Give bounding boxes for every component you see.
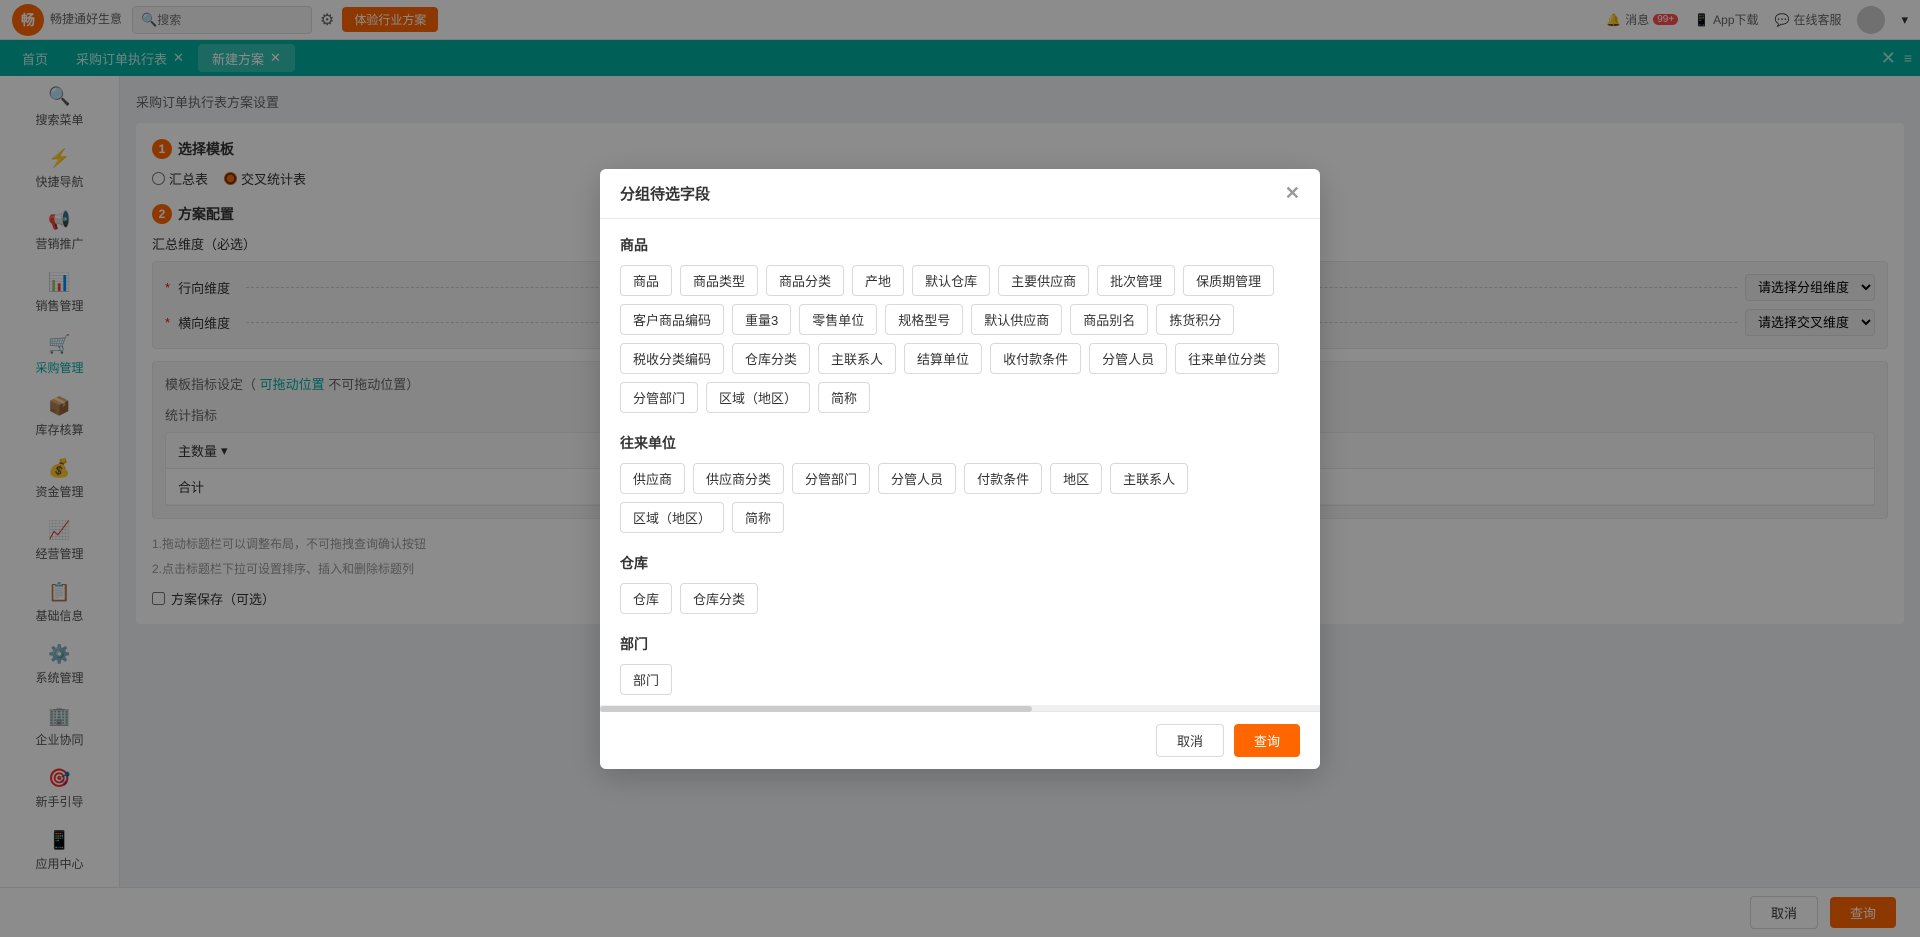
field-tag[interactable]: 简称 xyxy=(818,382,870,413)
field-tag[interactable]: 仓库分类 xyxy=(680,583,758,614)
field-tag[interactable]: 默认供应商 xyxy=(971,304,1062,335)
field-tag[interactable]: 区域（地区） xyxy=(706,382,810,413)
modal-confirm-button[interactable]: 查询 xyxy=(1234,724,1300,757)
field-tag[interactable]: 商品类型 xyxy=(680,265,758,296)
field-tag[interactable]: 商品别名 xyxy=(1070,304,1148,335)
field-tags-仓库: 仓库仓库分类 xyxy=(620,583,1300,614)
modal-overlay: 分组待选字段 ✕ 商品商品商品类型商品分类产地默认仓库主要供应商批次管理保质期管… xyxy=(0,0,1920,937)
modal-header: 分组待选字段 ✕ xyxy=(600,169,1320,219)
field-tag[interactable]: 商品 xyxy=(620,265,672,296)
field-tag[interactable]: 主要供应商 xyxy=(998,265,1089,296)
field-tag[interactable]: 分管人员 xyxy=(1089,343,1167,374)
field-tag[interactable]: 零售单位 xyxy=(799,304,877,335)
field-tag[interactable]: 商品分类 xyxy=(766,265,844,296)
field-group-title-部门: 部门 xyxy=(620,634,1300,654)
field-tag[interactable]: 客户商品编码 xyxy=(620,304,724,335)
field-tags-部门: 部门 xyxy=(620,664,1300,695)
modal-body: 商品商品商品类型商品分类产地默认仓库主要供应商批次管理保质期管理客户商品编码重量… xyxy=(600,219,1320,706)
field-tag[interactable]: 供应商 xyxy=(620,463,685,494)
field-tags-往来单位: 供应商供应商分类分管部门分管人员付款条件地区主联系人区域（地区） 简称 xyxy=(620,463,1300,533)
field-tag[interactable]: 默认仓库 xyxy=(912,265,990,296)
field-group-title-往来单位: 往来单位 xyxy=(620,433,1300,453)
modal-hscroll[interactable] xyxy=(600,705,1320,710)
field-tag[interactable]: 仓库 xyxy=(620,583,672,614)
field-group-title-商品: 商品 xyxy=(620,235,1300,255)
field-tag[interactable]: 税收分类编码 xyxy=(620,343,724,374)
field-tag[interactable]: 仓库分类 xyxy=(732,343,810,374)
field-tag[interactable]: 收付款条件 xyxy=(990,343,1081,374)
field-tag[interactable]: 主联系人 xyxy=(818,343,896,374)
field-tag[interactable]: 保质期管理 xyxy=(1183,265,1274,296)
field-group-商品: 商品商品商品类型商品分类产地默认仓库主要供应商批次管理保质期管理客户商品编码重量… xyxy=(620,235,1300,413)
field-group-往来单位: 往来单位供应商供应商分类分管部门分管人员付款条件地区主联系人区域（地区） 简称 xyxy=(620,433,1300,533)
field-tag[interactable]: 区域（地区） xyxy=(620,502,724,533)
field-tag[interactable]: 分管部门 xyxy=(620,382,698,413)
modal-title: 分组待选字段 xyxy=(620,183,710,204)
field-tag[interactable]: 供应商分类 xyxy=(693,463,784,494)
field-tag[interactable]: 分管部门 xyxy=(792,463,870,494)
modal-close-icon[interactable]: ✕ xyxy=(1285,183,1300,204)
field-tag[interactable]: 简称 xyxy=(732,502,784,533)
field-tags-商品: 商品商品类型商品分类产地默认仓库主要供应商批次管理保质期管理客户商品编码重量3 零… xyxy=(620,265,1300,413)
field-tag[interactable]: 规格型号 xyxy=(885,304,963,335)
field-group-部门: 部门部门 xyxy=(620,634,1300,695)
field-group-仓库: 仓库仓库仓库分类 xyxy=(620,553,1300,614)
field-tag[interactable]: 产地 xyxy=(852,265,904,296)
modal-footer: 取消 查询 xyxy=(600,711,1320,769)
modal-cancel-button[interactable]: 取消 xyxy=(1156,724,1224,757)
field-tag[interactable]: 地区 xyxy=(1050,463,1102,494)
modal-hscroll-thumb xyxy=(600,706,1032,712)
field-tag[interactable]: 重量3 xyxy=(732,304,791,335)
field-tag[interactable]: 分管人员 xyxy=(878,463,956,494)
field-tag[interactable]: 拣货积分 xyxy=(1156,304,1234,335)
field-group-title-仓库: 仓库 xyxy=(620,553,1300,573)
field-tag[interactable]: 付款条件 xyxy=(964,463,1042,494)
field-tag[interactable]: 主联系人 xyxy=(1110,463,1188,494)
field-tag[interactable]: 往来单位分类 xyxy=(1175,343,1279,374)
field-tag[interactable]: 批次管理 xyxy=(1097,265,1175,296)
field-tag[interactable]: 部门 xyxy=(620,664,672,695)
field-tag[interactable]: 结算单位 xyxy=(904,343,982,374)
modal: 分组待选字段 ✕ 商品商品商品类型商品分类产地默认仓库主要供应商批次管理保质期管… xyxy=(600,169,1320,769)
